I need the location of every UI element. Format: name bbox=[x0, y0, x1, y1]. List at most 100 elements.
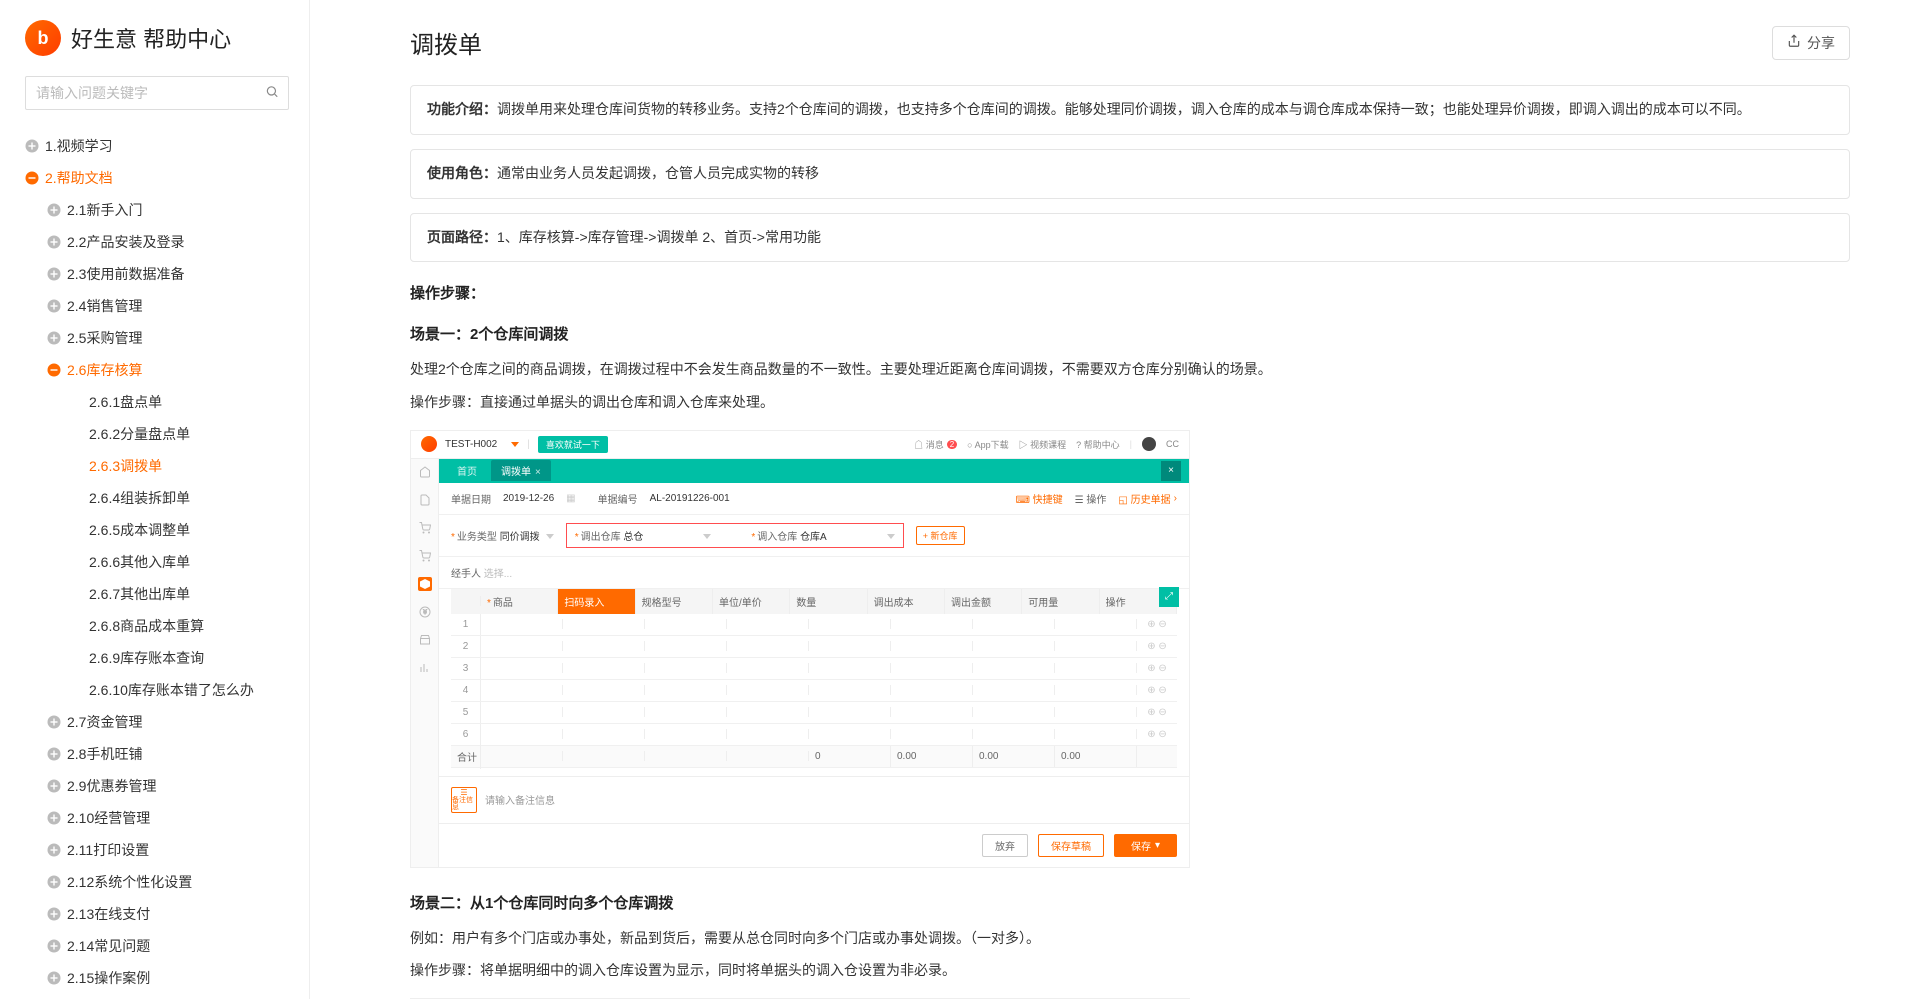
search-input[interactable] bbox=[25, 76, 289, 110]
table-cell[interactable] bbox=[973, 685, 1055, 695]
table-cell[interactable] bbox=[481, 707, 563, 717]
chevron-down-icon[interactable] bbox=[511, 442, 519, 447]
tab-doc[interactable]: 调拨单× bbox=[491, 460, 551, 481]
tree-leaf[interactable]: 2.6.7其他出库单 bbox=[69, 578, 309, 610]
close-panel-icon[interactable]: × bbox=[1161, 461, 1181, 481]
table-cell[interactable] bbox=[727, 685, 809, 695]
out-warehouse-field[interactable]: *调出仓库 总仓 bbox=[575, 528, 712, 543]
tree-leaf[interactable]: 2.6.10库存账本错了怎么办 bbox=[69, 674, 309, 706]
table-cell[interactable] bbox=[563, 707, 645, 717]
table-cell[interactable] bbox=[727, 707, 809, 717]
table-cell[interactable] bbox=[563, 619, 645, 629]
tree-node[interactable]: 2.13在线支付 bbox=[47, 898, 309, 930]
table-cell[interactable] bbox=[1055, 663, 1137, 673]
try-button[interactable]: 喜欢就试一下 bbox=[538, 436, 608, 453]
search-icon[interactable] bbox=[265, 85, 279, 102]
remark-icon[interactable]: ☰备注信息 bbox=[451, 787, 477, 813]
video-link[interactable]: ▷ 视频课程 bbox=[1019, 438, 1067, 451]
handler-field[interactable]: 经手人 选择... bbox=[451, 565, 512, 580]
help-link[interactable]: ? 帮助中心 bbox=[1076, 438, 1120, 451]
shortcut-link[interactable]: ⌨ 快捷键 bbox=[1015, 491, 1062, 506]
row-actions[interactable]: ⊕ ⊖ bbox=[1137, 636, 1177, 657]
draft-button[interactable]: 保存草稿 bbox=[1038, 834, 1104, 857]
table-cell[interactable] bbox=[973, 729, 1055, 739]
cancel-button[interactable]: 放弃 bbox=[982, 834, 1028, 857]
table-cell[interactable] bbox=[973, 663, 1055, 673]
table-cell[interactable] bbox=[809, 619, 891, 629]
tree-node[interactable]: 2.3使用前数据准备 bbox=[47, 258, 309, 290]
table-cell[interactable] bbox=[891, 641, 973, 651]
in-warehouse-field[interactable]: *调入仓库 仓库A bbox=[751, 528, 894, 543]
biztype-field[interactable]: *业务类型 同价调拨 bbox=[451, 528, 554, 543]
calendar-icon[interactable]: ▦ bbox=[566, 493, 575, 504]
table-cell[interactable] bbox=[563, 729, 645, 739]
tree-node[interactable]: 2.8手机旺铺 bbox=[47, 738, 309, 770]
row-actions[interactable]: ⊕ ⊖ bbox=[1137, 702, 1177, 723]
tree-node[interactable]: 2.15操作案例 bbox=[47, 962, 309, 994]
table-cell[interactable] bbox=[563, 663, 645, 673]
tree-node[interactable]: 2.帮助文档 bbox=[25, 162, 309, 194]
table-cell[interactable] bbox=[727, 663, 809, 673]
tree-node[interactable]: 2.5采购管理 bbox=[47, 322, 309, 354]
tree-leaf[interactable]: 2.6.1盘点单 bbox=[69, 386, 309, 418]
avatar[interactable] bbox=[1142, 437, 1156, 451]
home-icon[interactable] bbox=[418, 465, 432, 479]
save-button[interactable]: 保存 ▾ bbox=[1114, 834, 1177, 857]
shop-icon[interactable] bbox=[418, 633, 432, 647]
row-actions[interactable]: ⊕ ⊖ bbox=[1137, 680, 1177, 701]
table-cell[interactable] bbox=[645, 729, 727, 739]
row-actions[interactable]: ⊕ ⊖ bbox=[1137, 614, 1177, 635]
msg-link[interactable]: ☖ 消息2 bbox=[914, 438, 957, 451]
close-icon[interactable]: × bbox=[535, 467, 541, 478]
table-cell[interactable] bbox=[809, 729, 891, 739]
table-cell[interactable] bbox=[1055, 641, 1137, 651]
tree-node[interactable]: 2.2产品安装及登录 bbox=[47, 226, 309, 258]
table-cell[interactable] bbox=[809, 641, 891, 651]
table-cell[interactable] bbox=[891, 685, 973, 695]
table-cell[interactable] bbox=[973, 641, 1055, 651]
expand-icon[interactable]: ⤢ bbox=[1159, 587, 1179, 607]
table-cell[interactable] bbox=[645, 619, 727, 629]
tab-home[interactable]: 首页 bbox=[447, 460, 487, 481]
table-cell[interactable] bbox=[891, 663, 973, 673]
chart-icon[interactable] bbox=[418, 661, 432, 675]
table-cell[interactable] bbox=[1055, 707, 1137, 717]
table-cell[interactable] bbox=[481, 685, 563, 695]
share-button[interactable]: 分享 bbox=[1772, 26, 1850, 60]
tree-leaf[interactable]: 2.6.6其他入库单 bbox=[69, 546, 309, 578]
table-cell[interactable] bbox=[481, 619, 563, 629]
cube-icon[interactable] bbox=[418, 577, 432, 591]
add-warehouse-button[interactable]: + 新仓库 bbox=[916, 526, 965, 545]
table-cell[interactable] bbox=[809, 685, 891, 695]
tree-node[interactable]: 2.11打印设置 bbox=[47, 834, 309, 866]
tree-node[interactable]: 2.7资金管理 bbox=[47, 706, 309, 738]
table-cell[interactable] bbox=[481, 641, 563, 651]
tree-leaf[interactable]: 2.6.5成本调整单 bbox=[69, 514, 309, 546]
tree-node[interactable]: 1.视频学习 bbox=[25, 130, 309, 162]
remark-placeholder[interactable]: 请输入备注信息 bbox=[485, 792, 555, 807]
tree-leaf[interactable]: 2.6.9库存账本查询 bbox=[69, 642, 309, 674]
tree-leaf[interactable]: 2.6.4组装拆卸单 bbox=[69, 482, 309, 514]
app-link[interactable]: ○ App下载 bbox=[967, 438, 1008, 451]
doc-icon[interactable] bbox=[418, 493, 432, 507]
table-cell[interactable] bbox=[645, 641, 727, 651]
tree-node[interactable]: 2.14常见问题 bbox=[47, 930, 309, 962]
tree-node[interactable]: 2.12系统个性化设置 bbox=[47, 866, 309, 898]
table-cell[interactable] bbox=[973, 707, 1055, 717]
table-cell[interactable] bbox=[1055, 729, 1137, 739]
cart-icon[interactable] bbox=[418, 521, 432, 535]
tree-node[interactable]: 2.6库存核算 bbox=[47, 354, 309, 386]
table-cell[interactable] bbox=[727, 619, 809, 629]
row-actions[interactable]: ⊕ ⊖ bbox=[1137, 724, 1177, 745]
tree-node[interactable]: 2.4销售管理 bbox=[47, 290, 309, 322]
table-cell[interactable] bbox=[481, 729, 563, 739]
table-cell[interactable] bbox=[891, 619, 973, 629]
table-cell[interactable] bbox=[1055, 619, 1137, 629]
table-cell[interactable] bbox=[645, 663, 727, 673]
table-cell[interactable] bbox=[481, 663, 563, 673]
table-cell[interactable] bbox=[973, 619, 1055, 629]
row-actions[interactable]: ⊕ ⊖ bbox=[1137, 658, 1177, 679]
table-cell[interactable] bbox=[727, 729, 809, 739]
tree-leaf[interactable]: 2.6.8商品成本重算 bbox=[69, 610, 309, 642]
table-cell[interactable] bbox=[809, 707, 891, 717]
